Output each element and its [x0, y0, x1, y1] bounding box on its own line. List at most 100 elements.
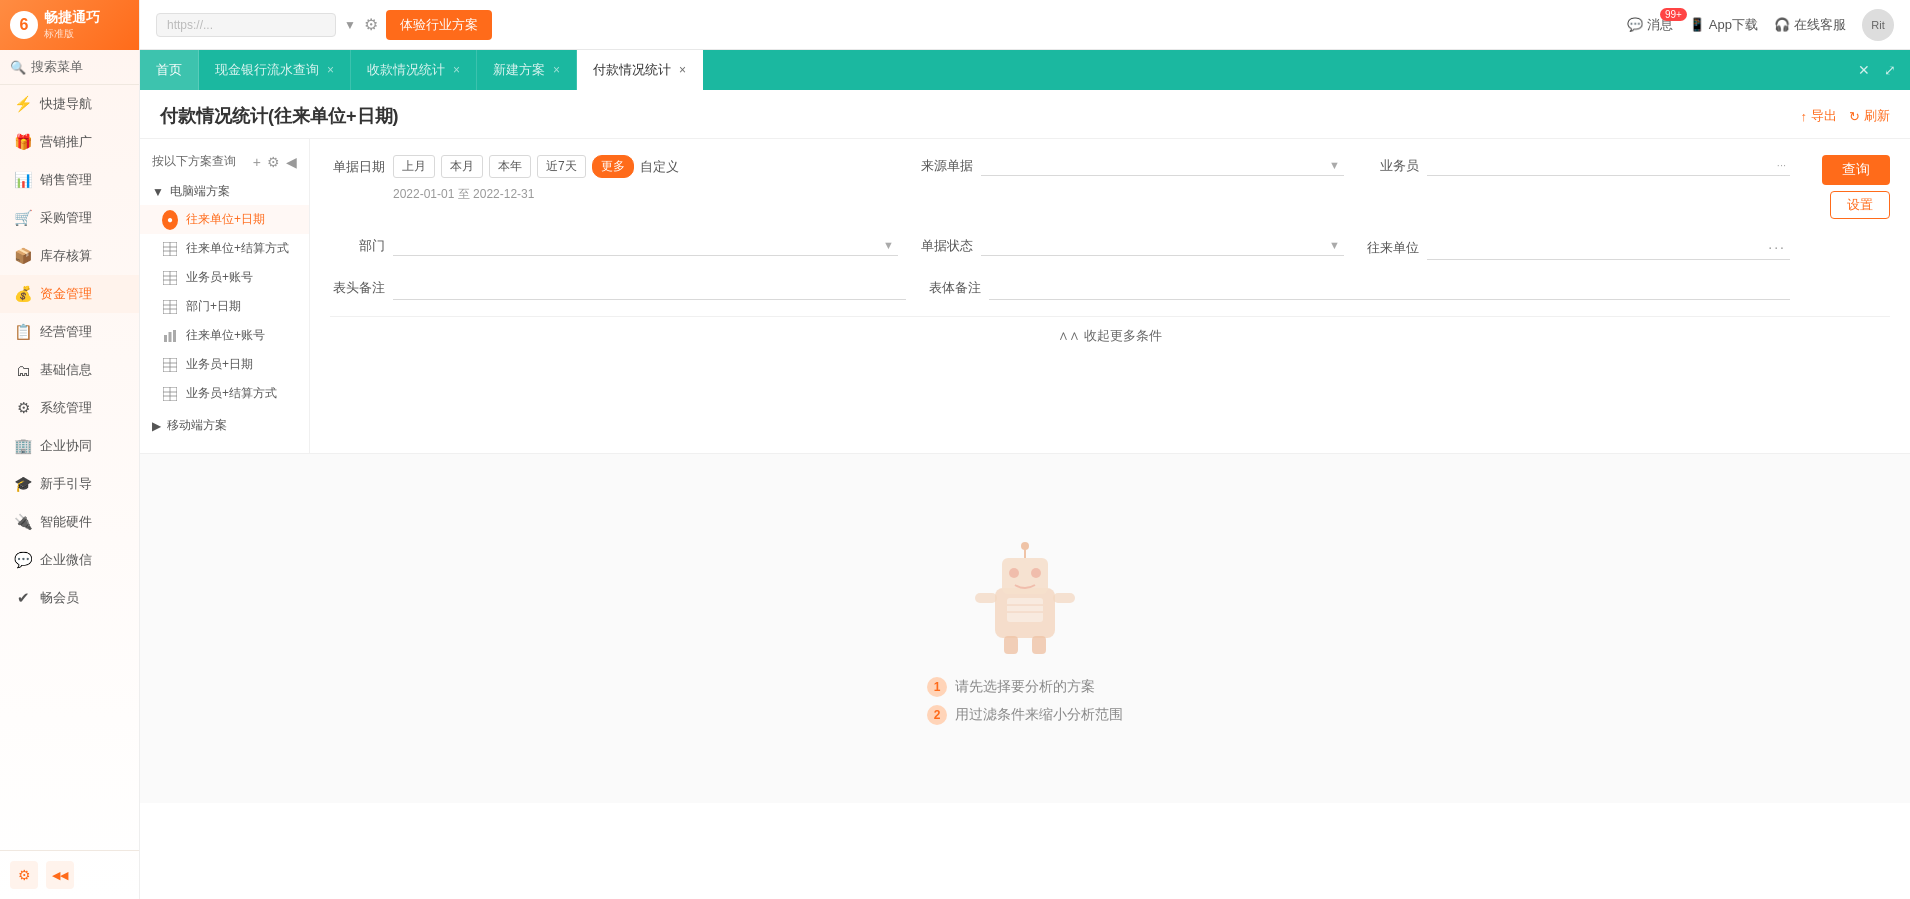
- search-menu-label: 搜索菜单: [31, 58, 83, 76]
- table-body-note-label: 表体备注: [926, 279, 981, 297]
- filter-area: 单据日期 上月 本月 本年 近7天 更多 自定义 2022-01-01 至 20…: [310, 139, 1910, 453]
- voucher-status-select[interactable]: ▼: [981, 235, 1344, 256]
- refresh-button[interactable]: ↻ 刷新: [1849, 107, 1890, 125]
- app-download-button[interactable]: 📱 App下载: [1689, 16, 1758, 34]
- source-field: 来源单据 ▼: [918, 155, 1344, 176]
- online-service-button[interactable]: 🎧 在线客服: [1774, 16, 1846, 34]
- voucher-status-field: 单据状态 ▼: [918, 235, 1344, 256]
- svg-rect-13: [169, 332, 172, 342]
- export-button[interactable]: ↑ 导出: [1801, 107, 1838, 125]
- dept-select[interactable]: ▼: [393, 235, 898, 256]
- date-btn-last-month[interactable]: 上月: [393, 155, 435, 178]
- scheme-table4-icon: [162, 357, 178, 373]
- query-button[interactable]: 查询: [1822, 155, 1890, 185]
- salesperson-field: 业务员 ···: [1364, 155, 1790, 176]
- sidebar-item-marketing[interactable]: 🎁 营销推广: [0, 123, 139, 161]
- date-btn-this-month[interactable]: 本月: [441, 155, 483, 178]
- sidebar-item-guide[interactable]: 🎓 新手引导: [0, 465, 139, 503]
- empty-step-1: 1 请先选择要分析的方案: [927, 677, 1123, 697]
- sidebar-item-enterprise[interactable]: 🏢 企业协同: [0, 427, 139, 465]
- date-btn-7days[interactable]: 近7天: [537, 155, 586, 178]
- scheme-item-salesperson-date[interactable]: 业务员+日期: [140, 350, 309, 379]
- tab-payment-stats[interactable]: 收款情况统计 ×: [351, 50, 477, 90]
- sidebar-item-inventory[interactable]: 📦 库存核算: [0, 237, 139, 275]
- sidebar-item-wechat[interactable]: 💬 企业微信: [0, 541, 139, 579]
- filter-row-2: 部门 ▼ 单据状态 ▼ 往来单位: [330, 235, 1890, 260]
- logo-icon: 6: [10, 11, 38, 39]
- refresh-icon: ↻: [1849, 109, 1860, 124]
- sidebar-item-basic[interactable]: 🗂 基础信息: [0, 351, 139, 389]
- sidebar-collapse-button[interactable]: ◀◀: [46, 861, 74, 889]
- dropdown-arrow-icon[interactable]: ▼: [344, 18, 356, 32]
- collapse-bar[interactable]: ∧∧ 收起更多条件: [330, 316, 1890, 355]
- sidebar-item-finance[interactable]: 💰 资金管理: [0, 275, 139, 313]
- scheme-mobile-header[interactable]: ▶ 移动端方案: [140, 412, 309, 439]
- sidebar-item-purchase[interactable]: 🛒 采购管理: [0, 199, 139, 237]
- tabbar-actions: ✕ ⤢: [1852, 50, 1910, 90]
- sidebar-item-sales[interactable]: 📊 销售管理: [0, 161, 139, 199]
- date-custom-btn[interactable]: 自定义: [640, 158, 679, 176]
- tab-new-plan-label: 新建方案: [493, 61, 545, 79]
- tab-new-plan-close-icon[interactable]: ×: [553, 63, 560, 77]
- sidebar-item-operation[interactable]: 📋 经营管理: [0, 313, 139, 351]
- date-btn-more[interactable]: 更多: [592, 155, 634, 178]
- sidebar-item-label: 系统管理: [40, 399, 92, 417]
- svg-rect-32: [1032, 636, 1046, 654]
- scheme-collapse-icon[interactable]: ◀: [286, 154, 297, 170]
- messages-button[interactable]: 💬 消息 99+: [1627, 16, 1673, 34]
- sidebar-item-quick-nav[interactable]: ⚡ 快捷导航: [0, 85, 139, 123]
- scheme-item-counterpart-date[interactable]: ● 往来单位+日期: [140, 205, 309, 234]
- tab-payment-stats-close-icon[interactable]: ×: [453, 63, 460, 77]
- sidebar-item-system[interactable]: ⚙ 系统管理: [0, 389, 139, 427]
- counterpart-select[interactable]: ···: [1427, 235, 1790, 260]
- tab-expand-icon[interactable]: ⤢: [1878, 58, 1902, 82]
- scheme-item-label: 业务员+结算方式: [186, 385, 277, 402]
- source-select[interactable]: ▼: [981, 155, 1344, 176]
- sidebar-item-label: 企业微信: [40, 551, 92, 569]
- tab-payment-detail-close-icon[interactable]: ×: [679, 63, 686, 77]
- scheme-add-icon[interactable]: +: [253, 154, 261, 170]
- date-field: 单据日期 上月 本月 本年 近7天 更多 自定义 2022-01-01 至 20…: [330, 155, 898, 203]
- date-btn-this-year[interactable]: 本年: [489, 155, 531, 178]
- scheme-active-dot-icon: ●: [162, 212, 178, 228]
- topbar-gear-icon[interactable]: ⚙: [364, 15, 378, 34]
- scheme-item-counterpart-settlement[interactable]: 往来单位+结算方式: [140, 234, 309, 263]
- step-2-num: 2: [927, 705, 947, 725]
- tab-cashflow[interactable]: 现金银行流水查询 ×: [199, 50, 351, 90]
- empty-step-2: 2 用过滤条件来缩小分析范围: [927, 705, 1123, 725]
- salesperson-select[interactable]: ···: [1427, 155, 1790, 176]
- service-icon: 🎧: [1774, 17, 1790, 32]
- export-label: 导出: [1811, 107, 1837, 125]
- sidebar-item-hardware[interactable]: 🔌 智能硬件: [0, 503, 139, 541]
- scheme-item-salesperson-settlement[interactable]: 业务员+结算方式: [140, 379, 309, 408]
- url-bar[interactable]: https://...: [156, 13, 336, 37]
- scheme-header-title: 按以下方案查询: [152, 153, 236, 170]
- sidebar-item-member[interactable]: ✔ 畅会员: [0, 579, 139, 617]
- wechat-icon: 💬: [14, 551, 32, 569]
- sidebar-item-label: 营销推广: [40, 133, 92, 151]
- table-header-note-input[interactable]: [393, 276, 906, 300]
- empty-state: 1 请先选择要分析的方案 2 用过滤条件来缩小分析范围: [907, 473, 1143, 785]
- page-title: 付款情况统计(往来单位+日期): [160, 104, 399, 128]
- scheme-item-label: 往来单位+结算方式: [186, 240, 289, 257]
- tab-close-all-icon[interactable]: ✕: [1852, 58, 1876, 82]
- scheme-item-salesperson-account[interactable]: 业务员+账号: [140, 263, 309, 292]
- scheme-settings-icon[interactable]: ⚙: [267, 154, 280, 170]
- user-avatar[interactable]: Rit: [1862, 9, 1894, 41]
- scheme-item-dept-date[interactable]: 部门+日期: [140, 292, 309, 321]
- trial-button[interactable]: 体验行业方案: [386, 10, 492, 40]
- message-badge: 99+: [1660, 8, 1687, 21]
- search-menu[interactable]: 🔍 搜索菜单: [0, 50, 139, 85]
- tab-payment-detail[interactable]: 付款情况统计 ×: [577, 50, 703, 90]
- sidebar-settings-button[interactable]: ⚙: [10, 861, 38, 889]
- collapse-up-icon: ∧∧: [1058, 328, 1080, 343]
- purchase-icon: 🛒: [14, 209, 32, 227]
- scheme-desktop-header[interactable]: ▼ 电脑端方案: [140, 178, 309, 205]
- tab-home[interactable]: 首页: [140, 50, 199, 90]
- scheme-item-counterpart-account[interactable]: 往来单位+账号: [140, 321, 309, 350]
- tab-cashflow-close-icon[interactable]: ×: [327, 63, 334, 77]
- tab-new-plan[interactable]: 新建方案 ×: [477, 50, 577, 90]
- settings-button[interactable]: 设置: [1830, 191, 1890, 219]
- scheme-header: 按以下方案查询 + ⚙ ◀: [140, 149, 309, 178]
- table-body-note-input[interactable]: [989, 276, 1790, 300]
